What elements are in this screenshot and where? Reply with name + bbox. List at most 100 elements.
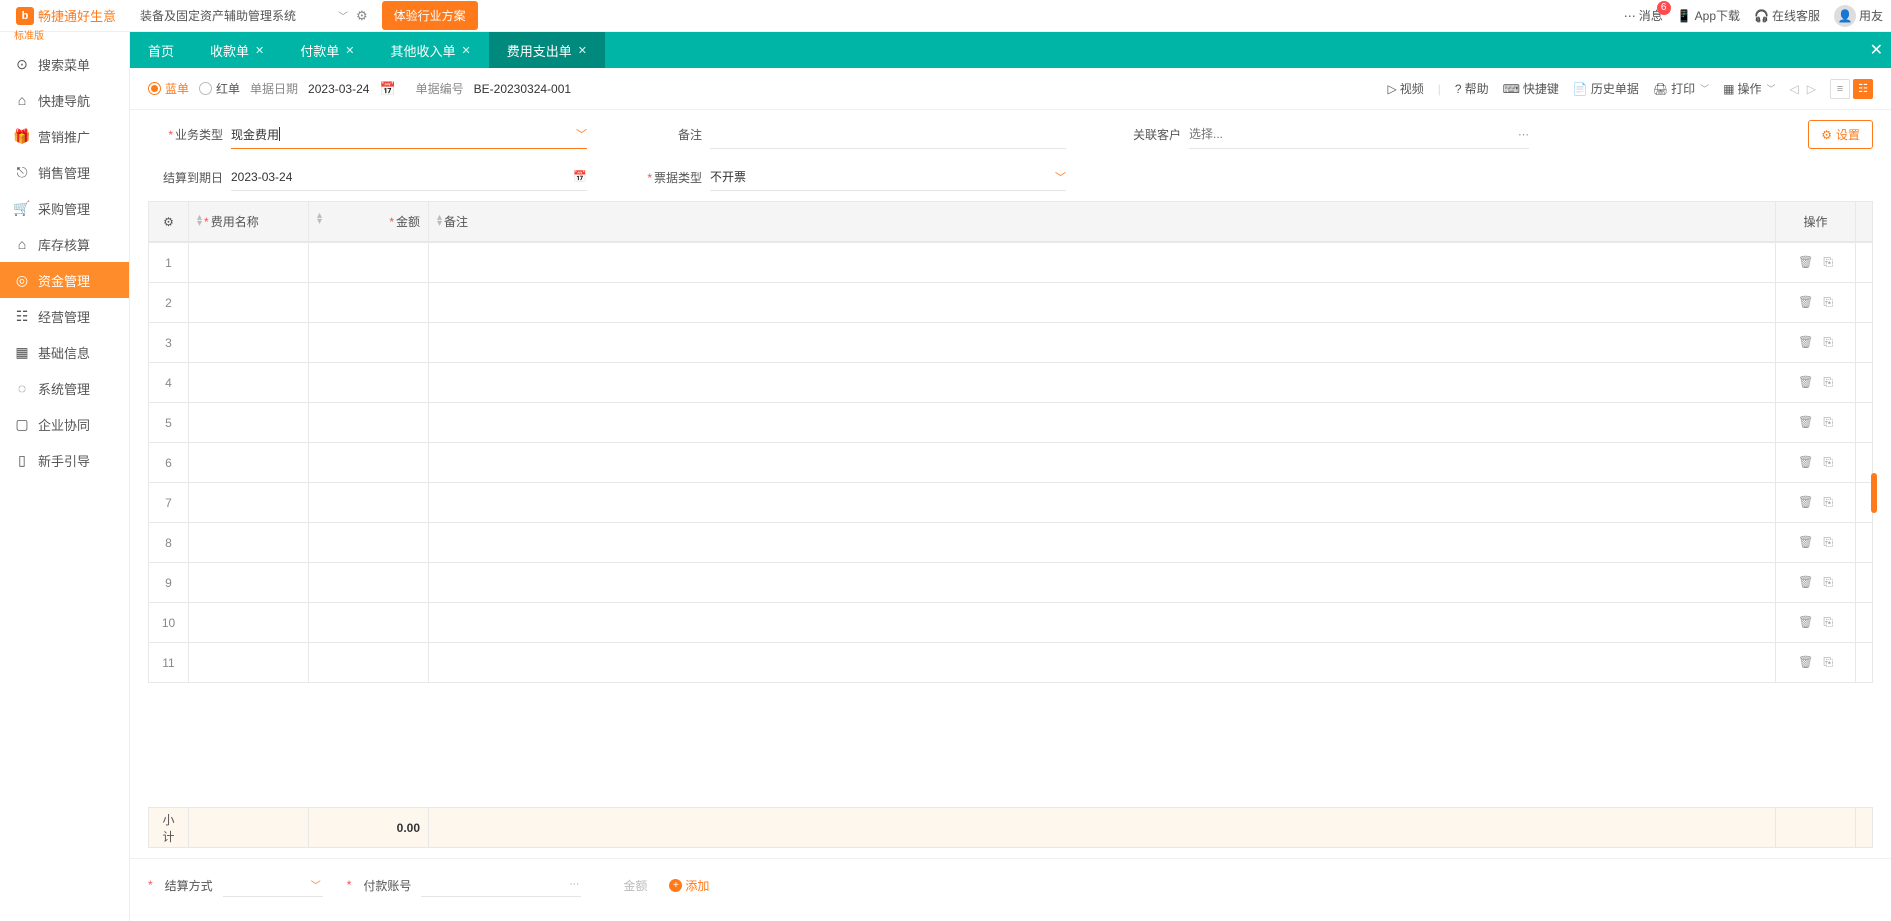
copy-icon[interactable]: ⎘ — [1823, 615, 1833, 630]
more-icon[interactable]: ⋯ — [1518, 128, 1529, 141]
copy-icon[interactable]: ⎘ — [1823, 575, 1833, 590]
col-settings[interactable]: ⚙ — [149, 202, 189, 242]
copy-icon[interactable]: ⎘ — [1823, 335, 1833, 350]
cell-amount[interactable] — [309, 563, 429, 603]
tab-bar-close-icon[interactable]: ✕ — [1870, 40, 1883, 60]
cell-name[interactable] — [189, 323, 309, 363]
view-toggle-detail[interactable]: ☷ — [1853, 79, 1873, 99]
settle-due-input[interactable]: 2023-03-24 📅 — [231, 163, 587, 191]
table-row[interactable]: 8 🗑⎘ — [149, 523, 1873, 563]
cell-remark[interactable] — [429, 643, 1776, 683]
sidebar-item[interactable]: ⊙搜索菜单 — [0, 46, 129, 82]
table-row[interactable]: 2 🗑⎘ — [149, 283, 1873, 323]
copy-icon[interactable]: ⎘ — [1823, 295, 1833, 310]
close-icon[interactable]: ✕ — [255, 44, 264, 57]
table-row[interactable]: 4 🗑⎘ — [149, 363, 1873, 403]
chevron-down-icon[interactable]: ﹀ — [576, 126, 587, 142]
remark-input[interactable] — [710, 121, 1066, 149]
amount-placeholder[interactable]: 金额 — [623, 877, 647, 894]
col-amount-header[interactable]: ▴▾*金额 — [309, 202, 429, 242]
cell-amount[interactable] — [309, 283, 429, 323]
calendar-icon[interactable]: 📅 — [573, 170, 587, 183]
delete-icon[interactable]: 🗑 — [1798, 335, 1813, 350]
copy-icon[interactable]: ⎘ — [1823, 455, 1833, 470]
table-row[interactable]: 1 🗑⎘ — [149, 243, 1873, 283]
table-body-scroll[interactable]: 1 🗑⎘ 2 🗑⎘ 3 🗑⎘ 4 🗑⎘ 5 🗑⎘ 6 🗑⎘ — [148, 242, 1873, 807]
ops-button[interactable]: ▦操作﹀ — [1723, 80, 1775, 97]
copy-icon[interactable]: ⎘ — [1823, 655, 1833, 670]
doc-date-value[interactable]: 2023-03-24 — [308, 82, 369, 96]
delete-icon[interactable]: 🗑 — [1798, 535, 1813, 550]
sidebar-item[interactable]: ▦基础信息 — [0, 334, 129, 370]
scroll-thumb[interactable] — [1871, 473, 1877, 513]
cell-amount[interactable] — [309, 363, 429, 403]
copy-icon[interactable]: ⎘ — [1823, 375, 1833, 390]
cell-amount[interactable] — [309, 603, 429, 643]
add-button[interactable]: + 添加 — [669, 877, 709, 894]
cell-remark[interactable] — [429, 243, 1776, 283]
delete-icon[interactable]: 🗑 — [1798, 575, 1813, 590]
sidebar-item[interactable]: ☷经营管理 — [0, 298, 129, 334]
sort-icon[interactable]: ▴▾ — [437, 215, 442, 227]
table-row[interactable]: 9 🗑⎘ — [149, 563, 1873, 603]
table-row[interactable]: 6 🗑⎘ — [149, 443, 1873, 483]
prev-icon[interactable]: ◁ — [1790, 82, 1799, 96]
sidebar-item[interactable]: ▢企业协同 — [0, 406, 129, 442]
sidebar-item[interactable]: 🎁营销推广 — [0, 118, 129, 154]
delete-icon[interactable]: 🗑 — [1798, 655, 1813, 670]
copy-icon[interactable]: ⎘ — [1823, 495, 1833, 510]
table-row[interactable]: 7 🗑⎘ — [149, 483, 1873, 523]
table-row[interactable]: 10 🗑⎘ — [149, 603, 1873, 643]
cell-remark[interactable] — [429, 523, 1776, 563]
cell-amount[interactable] — [309, 523, 429, 563]
sidebar-item[interactable]: ⎋销售管理 — [0, 154, 129, 190]
view-toggle-compact[interactable]: ≡ — [1830, 79, 1850, 99]
cell-remark[interactable] — [429, 403, 1776, 443]
tab[interactable]: 付款单✕ — [282, 32, 372, 68]
invoice-type-input[interactable]: 不开票 ﹀ — [710, 163, 1066, 191]
cell-name[interactable] — [189, 243, 309, 283]
account-select[interactable]: ⋯ — [421, 873, 581, 897]
cell-name[interactable] — [189, 483, 309, 523]
sidebar-item[interactable]: ▯新手引导 — [0, 442, 129, 478]
tab[interactable]: 费用支出单✕ — [489, 32, 605, 68]
help-button[interactable]: ?帮助 — [1455, 80, 1489, 97]
chevron-down-icon[interactable]: ﹀ — [1055, 169, 1066, 185]
cell-amount[interactable] — [309, 483, 429, 523]
cell-remark[interactable] — [429, 603, 1776, 643]
cell-name[interactable] — [189, 603, 309, 643]
sidebar-item[interactable]: ◎资金管理 — [0, 262, 129, 298]
online-service-link[interactable]: 🎧 在线客服 — [1754, 7, 1820, 24]
sidebar-item[interactable]: ⌂库存核算 — [0, 226, 129, 262]
radio-red[interactable]: 红单 — [199, 80, 240, 97]
cell-remark[interactable] — [429, 283, 1776, 323]
cell-remark[interactable] — [429, 483, 1776, 523]
sort-icon[interactable]: ▴▾ — [317, 213, 322, 225]
cell-name[interactable] — [189, 523, 309, 563]
copy-icon[interactable]: ⎘ — [1823, 255, 1833, 270]
sidebar-item[interactable]: ◌系统管理 — [0, 370, 129, 406]
experience-button[interactable]: 体验行业方案 — [382, 1, 478, 30]
gear-icon[interactable]: ⚙ — [356, 8, 368, 24]
cell-name[interactable] — [189, 283, 309, 323]
delete-icon[interactable]: 🗑 — [1798, 455, 1813, 470]
close-icon[interactable]: ✕ — [578, 44, 587, 57]
cell-name[interactable] — [189, 563, 309, 603]
settle-method-select[interactable]: ﹀ — [223, 873, 323, 897]
app-download-link[interactable]: 📱 App下载 — [1677, 7, 1740, 24]
history-button[interactable]: 📄历史单据 — [1573, 80, 1639, 97]
table-row[interactable]: 11 🗑⎘ — [149, 643, 1873, 683]
col-name-header[interactable]: ▴▾*费用名称 — [189, 202, 309, 242]
delete-icon[interactable]: 🗑 — [1798, 295, 1813, 310]
table-row[interactable]: 3 🗑⎘ — [149, 323, 1873, 363]
calendar-icon[interactable]: 📅 — [379, 81, 395, 97]
tab[interactable]: 收款单✕ — [192, 32, 282, 68]
next-icon[interactable]: ▷ — [1807, 82, 1816, 96]
close-icon[interactable]: ✕ — [462, 44, 471, 57]
cell-name[interactable] — [189, 643, 309, 683]
system-selector[interactable]: 装备及固定资产辅助管理系统 ﹀ — [140, 7, 348, 24]
sidebar-item[interactable]: 🛒采购管理 — [0, 190, 129, 226]
cell-name[interactable] — [189, 403, 309, 443]
shortcut-button[interactable]: ⌨快捷键 — [1503, 80, 1559, 97]
tab[interactable]: 其他收入单✕ — [372, 32, 488, 68]
